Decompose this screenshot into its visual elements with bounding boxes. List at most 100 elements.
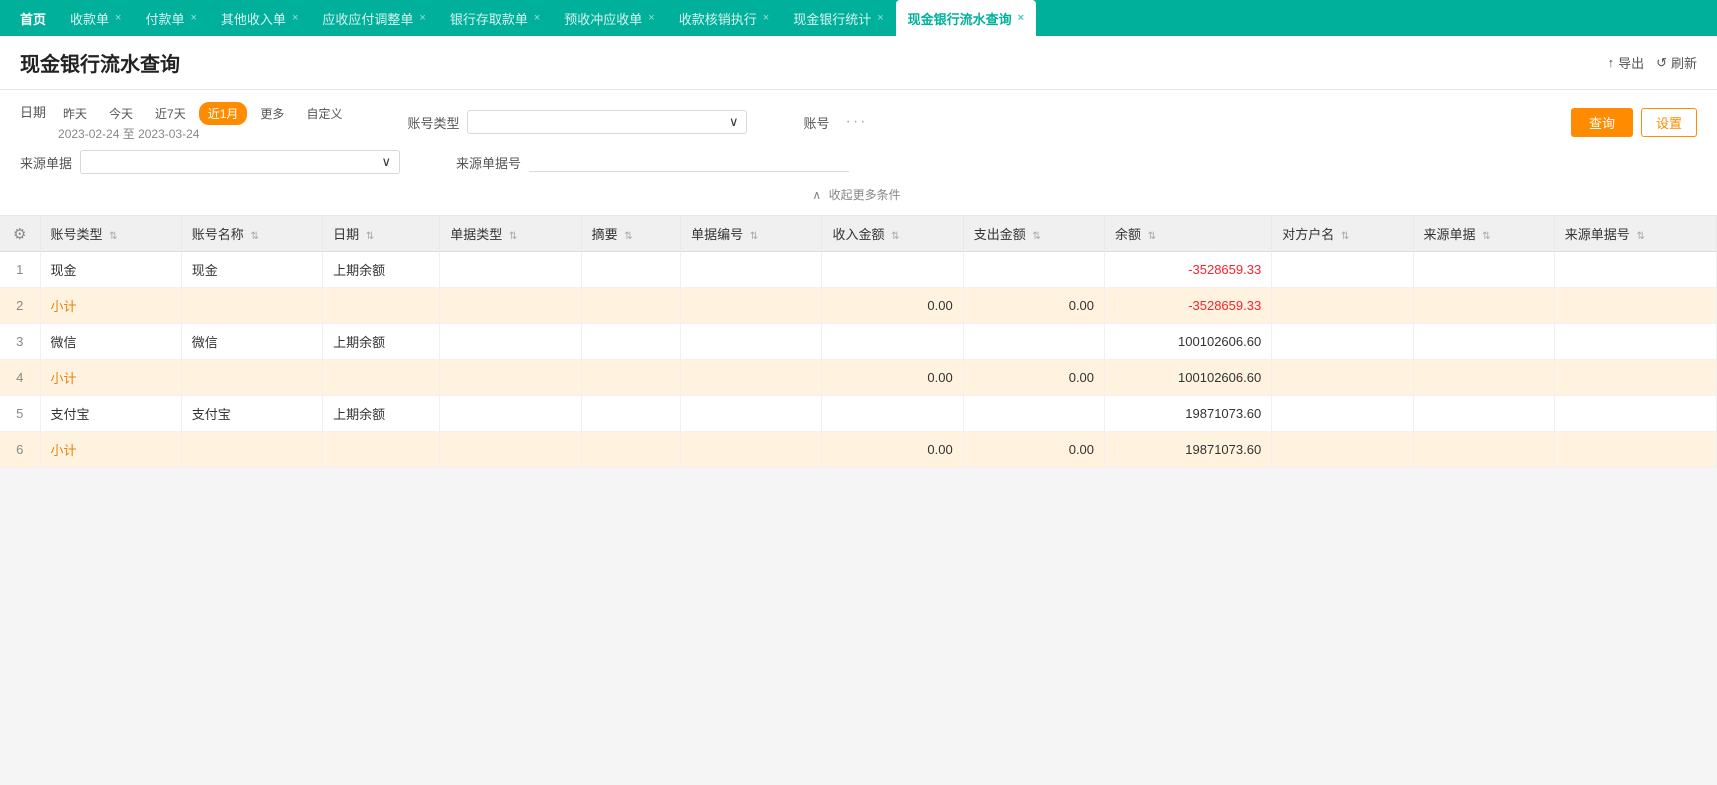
nav-tab-fukuandan[interactable]: 付款单 ×	[133, 0, 208, 36]
cell-summary	[581, 288, 681, 324]
cell-balance: 19871073.60	[1105, 432, 1272, 468]
tab-close-icon[interactable]: ×	[190, 12, 196, 24]
nav-tab-yscys[interactable]: 预收冲应收单 ×	[552, 0, 666, 36]
nav-tab-ysyftz[interactable]: 应收应付调整单 ×	[310, 0, 437, 36]
nav-home[interactable]: 首页	[8, 0, 58, 36]
cell-source-doc-no	[1554, 288, 1716, 324]
tab-label: 付款单	[145, 9, 184, 28]
cell-doc-no	[681, 288, 822, 324]
col-label: 来源单据	[1424, 227, 1476, 242]
date-filter-group: 日期 昨天 今天 近7天 近1月 更多 自定义 2023-02-24 至 202…	[20, 102, 351, 142]
collapse-bar[interactable]: ∧ 收起更多条件	[20, 182, 1697, 207]
col-summary[interactable]: 摘要 ⇅	[581, 216, 681, 252]
date-btn-7days[interactable]: 近7天	[146, 102, 195, 125]
nav-tab-qtsr[interactable]: 其他收入单 ×	[209, 0, 310, 36]
export-icon: ↑	[1608, 55, 1615, 70]
cell-source-doc	[1413, 360, 1554, 396]
cell-account-type: 小计	[40, 288, 181, 324]
cell-expense: 0.00	[963, 432, 1104, 468]
cell-summary	[581, 396, 681, 432]
tab-close-icon[interactable]: ×	[763, 12, 769, 24]
account-group: 账号 ···	[803, 111, 875, 133]
nav-tab-shoukuandan[interactable]: 收款单 ×	[58, 0, 133, 36]
date-btn-today[interactable]: 今天	[100, 102, 142, 125]
tab-close-icon[interactable]: ×	[292, 12, 298, 24]
filter-area: 日期 昨天 今天 近7天 近1月 更多 自定义 2023-02-24 至 202…	[0, 90, 1717, 216]
nav-tab-xjyhls[interactable]: 现金银行流水查询 ×	[896, 0, 1036, 36]
cell-counterparty	[1272, 432, 1413, 468]
cell-doc-type	[440, 360, 581, 396]
filter-row-2: 来源单据 ∨ 来源单据号	[20, 150, 1697, 174]
col-gear[interactable]: ⚙	[0, 216, 40, 252]
account-type-select[interactable]: ∨	[467, 110, 747, 134]
sort-icon: ⇅	[1341, 231, 1349, 242]
nav-tab-skhx[interactable]: 收款核销执行 ×	[667, 0, 781, 36]
nav-tab-xjyhtj[interactable]: 现金银行统计 ×	[781, 0, 895, 36]
tab-close-icon[interactable]: ×	[115, 12, 121, 24]
col-label: 账号类型	[51, 227, 103, 242]
col-doc-type[interactable]: 单据类型 ⇅	[440, 216, 581, 252]
tab-label: 应收应付调整单	[322, 9, 413, 28]
source-doc-no-input[interactable]	[529, 152, 849, 172]
export-button[interactable]: ↑ 导出	[1608, 53, 1645, 72]
col-account-type[interactable]: 账号类型 ⇅	[40, 216, 181, 252]
home-label: 首页	[20, 9, 46, 28]
col-balance[interactable]: 余额 ⇅	[1105, 216, 1272, 252]
chevron-down-icon: ∨	[382, 154, 392, 170]
tab-close-icon[interactable]: ×	[1018, 12, 1024, 24]
query-button[interactable]: 查询	[1571, 108, 1633, 137]
source-doc-group: 来源单据 ∨	[20, 150, 400, 174]
cell-balance: 100102606.60	[1105, 324, 1272, 360]
cell-source-doc	[1413, 288, 1554, 324]
nav-tab-yhcqk[interactable]: 银行存取款单 ×	[438, 0, 552, 36]
cell-doc-type	[440, 288, 581, 324]
sort-icon: ⇅	[891, 231, 899, 242]
tab-close-icon[interactable]: ×	[419, 12, 425, 24]
cell-doc-no	[681, 396, 822, 432]
collapse-label: 收起更多条件	[829, 188, 901, 202]
date-btn-1month[interactable]: 近1月	[199, 102, 248, 125]
cell-source-doc-no	[1554, 324, 1716, 360]
source-doc-select[interactable]: ∨	[80, 150, 400, 174]
col-source-doc-no[interactable]: 来源单据号 ⇅	[1554, 216, 1716, 252]
col-label: 单据类型	[450, 227, 502, 242]
refresh-label: 刷新	[1671, 53, 1697, 72]
account-type-group: 账号类型 ∨	[407, 110, 747, 134]
col-date[interactable]: 日期 ⇅	[323, 216, 440, 252]
cell-doc-no	[681, 432, 822, 468]
date-btn-custom[interactable]: 自定义	[297, 102, 351, 125]
cell-balance: -3528659.33	[1105, 288, 1272, 324]
col-source-doc[interactable]: 来源单据 ⇅	[1413, 216, 1554, 252]
account-dots[interactable]: ···	[837, 111, 875, 133]
tab-label: 收款核销执行	[679, 9, 757, 28]
cell-date	[323, 288, 440, 324]
table-row: 4 小计 0.00 0.00 100102606.60	[0, 360, 1717, 396]
tab-close-icon[interactable]: ×	[877, 12, 883, 24]
cell-account-type: 支付宝	[40, 396, 181, 432]
col-expense[interactable]: 支出金额 ⇅	[963, 216, 1104, 252]
col-account-name[interactable]: 账号名称 ⇅	[181, 216, 322, 252]
gear-icon[interactable]: ⚙	[13, 226, 26, 243]
tab-label: 现金银行流水查询	[908, 9, 1012, 28]
col-doc-no[interactable]: 单据编号 ⇅	[681, 216, 822, 252]
col-label: 收入金额	[832, 227, 884, 242]
cell-source-doc-no	[1554, 432, 1716, 468]
tab-close-icon[interactable]: ×	[534, 12, 540, 24]
cell-index: 6	[0, 432, 40, 468]
col-income[interactable]: 收入金额 ⇅	[822, 216, 963, 252]
col-counterparty[interactable]: 对方户名 ⇅	[1272, 216, 1413, 252]
cell-index: 3	[0, 324, 40, 360]
sort-icon: ⇅	[1148, 231, 1156, 242]
tab-label: 其他收入单	[221, 9, 286, 28]
date-btn-yesterday[interactable]: 昨天	[54, 102, 96, 125]
cell-account-type: 小计	[40, 432, 181, 468]
date-btn-more[interactable]: 更多	[251, 102, 293, 125]
settings-button[interactable]: 设置	[1641, 108, 1697, 137]
refresh-button[interactable]: ↺ 刷新	[1656, 53, 1697, 72]
cell-date: 上期余额	[323, 396, 440, 432]
cell-doc-no	[681, 324, 822, 360]
source-doc-label: 来源单据	[20, 153, 72, 172]
tab-close-icon[interactable]: ×	[648, 12, 654, 24]
cell-doc-type	[440, 324, 581, 360]
sort-icon: ⇅	[624, 231, 632, 242]
